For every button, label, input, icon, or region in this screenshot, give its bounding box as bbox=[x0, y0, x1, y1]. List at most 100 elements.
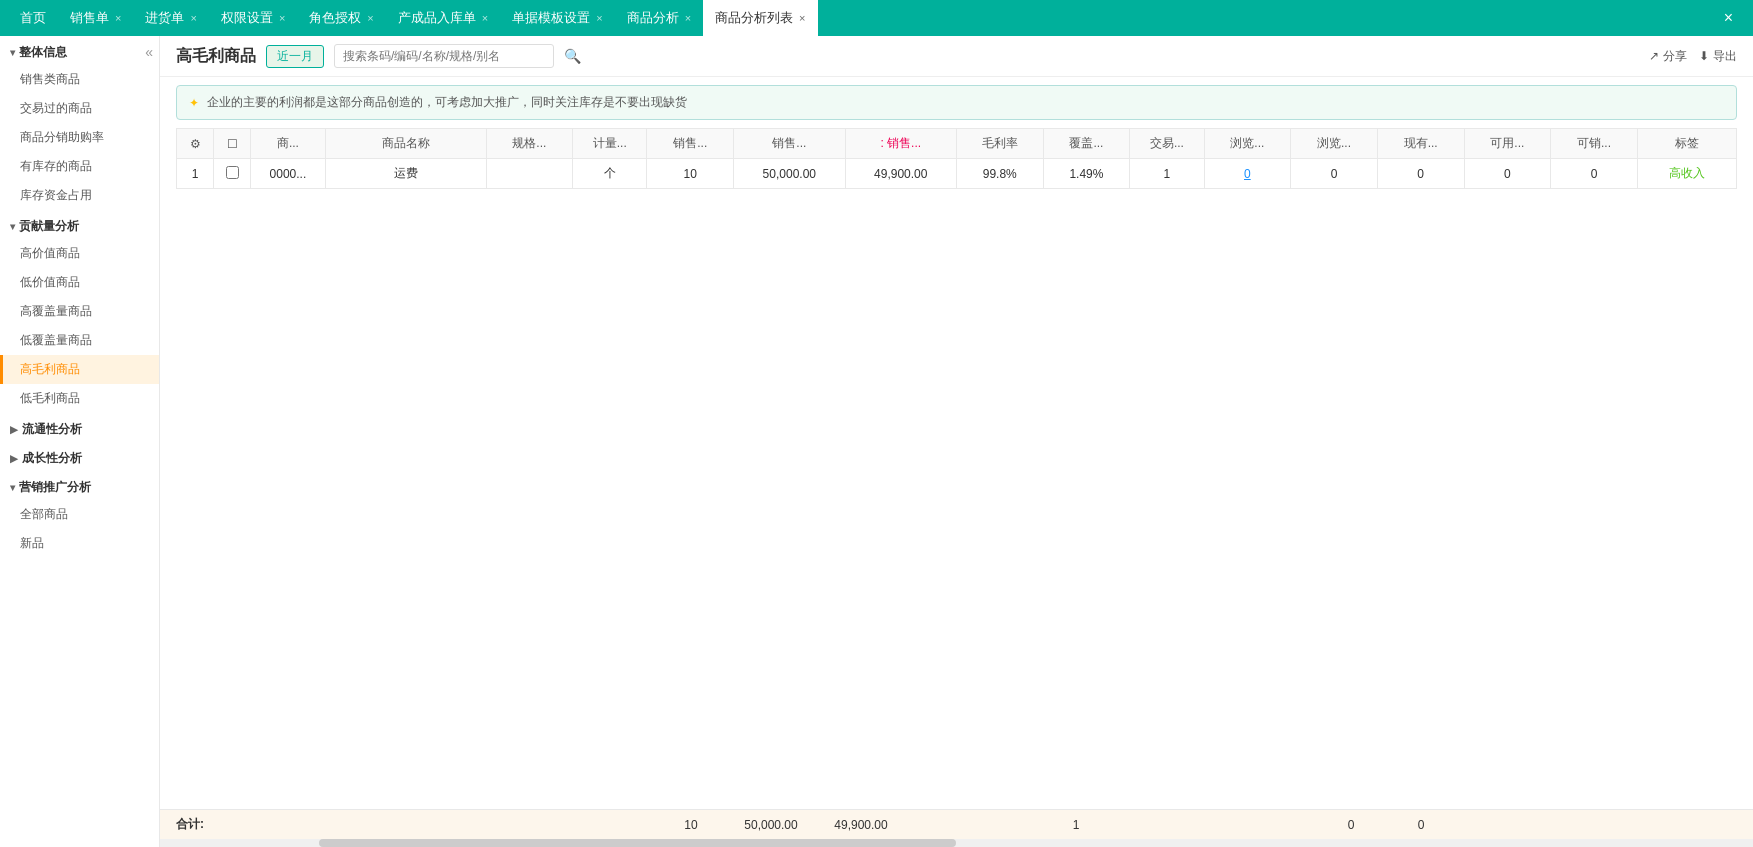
sidebar-item-traded-goods[interactable]: 交易过的商品 bbox=[0, 94, 159, 123]
col-gross-rate[interactable]: 毛利率 bbox=[956, 129, 1043, 159]
page-title: 高毛利商品 bbox=[176, 46, 256, 67]
export-icon: ⬇ bbox=[1699, 49, 1709, 63]
close-template[interactable]: × bbox=[596, 12, 602, 24]
header-actions: ↗ 分享 ⬇ 导出 bbox=[1649, 48, 1737, 65]
nav-template[interactable]: 单据模板设置 × bbox=[500, 0, 614, 36]
export-button[interactable]: ⬇ 导出 bbox=[1699, 48, 1737, 65]
main-layout: « ▾ 整体信息 销售类商品 交易过的商品 商品分销助购率 有库存的商品 库存资… bbox=[0, 36, 1753, 847]
cell-index: 1 bbox=[177, 159, 214, 189]
info-banner: ✦ 企业的主要的利润都是这部分商品创造的，可考虑加大推广，同时关注库存是不要出现… bbox=[176, 85, 1737, 120]
sidebar-collapse-button[interactable]: « bbox=[145, 44, 153, 60]
col-name[interactable]: 商品名称 bbox=[325, 129, 486, 159]
sidebar-group-overall[interactable]: ▾ 整体信息 bbox=[0, 36, 159, 65]
content-header: 高毛利商品 近一月 🔍 ↗ 分享 ⬇ 导出 bbox=[160, 36, 1753, 77]
col-spec[interactable]: 规格... bbox=[486, 129, 573, 159]
footer-sales3: 49,900.00 bbox=[816, 818, 906, 832]
col-available[interactable]: 可用... bbox=[1464, 129, 1551, 159]
col-unit[interactable]: 计量... bbox=[573, 129, 647, 159]
footer-sales2: 50,000.00 bbox=[726, 818, 816, 832]
content-area: 高毛利商品 近一月 🔍 ↗ 分享 ⬇ 导出 ✦ 企业的主要的利润都是这部分商品创… bbox=[160, 36, 1753, 847]
sidebar-group-marketing[interactable]: ▾ 营销推广分析 bbox=[0, 471, 159, 500]
cell-current: 0 bbox=[1377, 159, 1464, 189]
close-product-analysis-list[interactable]: × bbox=[799, 12, 805, 24]
col-checkbox[interactable]: ☐ bbox=[214, 129, 251, 159]
col-sales2[interactable]: 销售... bbox=[734, 129, 845, 159]
nav-product-warehouse[interactable]: 产成品入库单 × bbox=[386, 0, 500, 36]
col-code[interactable]: 商... bbox=[251, 129, 325, 159]
col-trades[interactable]: 交易... bbox=[1130, 129, 1204, 159]
nav-role[interactable]: 角色授权 × bbox=[297, 0, 385, 36]
sidebar-item-high-margin[interactable]: 高毛利商品 bbox=[0, 355, 159, 384]
col-browse1[interactable]: 浏览... bbox=[1204, 129, 1291, 159]
share-button[interactable]: ↗ 分享 bbox=[1649, 48, 1687, 65]
row-checkbox[interactable] bbox=[226, 166, 239, 179]
close-product-analysis[interactable]: × bbox=[685, 12, 691, 24]
col-coverage[interactable]: 覆盖... bbox=[1043, 129, 1130, 159]
time-filter-button[interactable]: 近一月 bbox=[266, 45, 324, 68]
group-flow-arrow: ▶ bbox=[10, 424, 18, 435]
col-browse2[interactable]: 浏览... bbox=[1291, 129, 1378, 159]
sidebar-item-new-goods[interactable]: 新品 bbox=[0, 529, 159, 558]
search-input[interactable] bbox=[334, 44, 554, 68]
sidebar: « ▾ 整体信息 销售类商品 交易过的商品 商品分销助购率 有库存的商品 库存资… bbox=[0, 36, 160, 847]
sidebar-group-contribution[interactable]: ▾ 贡献量分析 bbox=[0, 210, 159, 239]
col-sales1[interactable]: 销售... bbox=[647, 129, 734, 159]
col-sellable[interactable]: 可销... bbox=[1551, 129, 1638, 159]
sidebar-item-high-value[interactable]: 高价值商品 bbox=[0, 239, 159, 268]
close-purchase-order[interactable]: × bbox=[190, 12, 196, 24]
nav-product-analysis[interactable]: 商品分析 × bbox=[615, 0, 703, 36]
table-container: ⚙ ☐ 商... 商品名称 规格... 计量... 销售... 销售... : … bbox=[160, 128, 1753, 809]
cell-checkbox[interactable] bbox=[214, 159, 251, 189]
cell-browse1[interactable]: 0 bbox=[1204, 159, 1291, 189]
group-contribution-arrow: ▾ bbox=[10, 221, 15, 232]
cell-sellable: 0 bbox=[1551, 159, 1638, 189]
sidebar-item-stock-fund[interactable]: 库存资金占用 bbox=[0, 181, 159, 210]
nav-purchase-order[interactable]: 进货单 × bbox=[133, 0, 208, 36]
table-header-row: ⚙ ☐ 商... 商品名称 规格... 计量... 销售... 销售... : … bbox=[177, 129, 1737, 159]
sidebar-group-flow[interactable]: ▶ 流通性分析 bbox=[0, 413, 159, 442]
sidebar-group-growth[interactable]: ▶ 成长性分析 bbox=[0, 442, 159, 471]
sidebar-item-all-goods[interactable]: 全部商品 bbox=[0, 500, 159, 529]
footer-sales1: 10 bbox=[656, 818, 726, 832]
footer-available: 0 bbox=[1316, 818, 1386, 832]
search-icon[interactable]: 🔍 bbox=[564, 48, 581, 64]
sidebar-item-low-value[interactable]: 低价值商品 bbox=[0, 268, 159, 297]
cell-code: 0000... bbox=[251, 159, 325, 189]
nav-sales-order[interactable]: 销售单 × bbox=[58, 0, 133, 36]
group-overall-arrow: ▾ bbox=[10, 47, 15, 58]
cell-coverage: 1.49% bbox=[1043, 159, 1130, 189]
cell-trades: 1 bbox=[1130, 159, 1204, 189]
top-navigation: 首页 销售单 × 进货单 × 权限设置 × 角色授权 × 产成品入库单 × 单据… bbox=[0, 0, 1753, 36]
col-sales3[interactable]: : 销售... bbox=[845, 129, 956, 159]
horizontal-scrollbar[interactable] bbox=[160, 839, 1753, 847]
close-sales-order[interactable]: × bbox=[115, 12, 121, 24]
footer-sellable: 0 bbox=[1386, 818, 1456, 832]
nav-permission[interactable]: 权限设置 × bbox=[209, 0, 297, 36]
cell-gross-rate: 99.8% bbox=[956, 159, 1043, 189]
total-label: 合计: bbox=[176, 816, 336, 833]
cell-spec bbox=[486, 159, 573, 189]
close-role[interactable]: × bbox=[367, 12, 373, 24]
col-current[interactable]: 现有... bbox=[1377, 129, 1464, 159]
scrollbar-thumb[interactable] bbox=[319, 839, 956, 847]
cell-available: 0 bbox=[1464, 159, 1551, 189]
sidebar-item-low-coverage[interactable]: 低覆盖量商品 bbox=[0, 326, 159, 355]
sidebar-item-low-margin[interactable]: 低毛利商品 bbox=[0, 384, 159, 413]
cell-sales1: 10 bbox=[647, 159, 734, 189]
sidebar-item-high-coverage[interactable]: 高覆盖量商品 bbox=[0, 297, 159, 326]
close-window-button[interactable]: × bbox=[1712, 9, 1745, 27]
col-settings[interactable]: ⚙ bbox=[177, 129, 214, 159]
cell-unit: 个 bbox=[573, 159, 647, 189]
close-product-warehouse[interactable]: × bbox=[482, 12, 488, 24]
data-table: ⚙ ☐ 商... 商品名称 规格... 计量... 销售... 销售... : … bbox=[176, 128, 1737, 189]
col-tag[interactable]: 标签 bbox=[1637, 129, 1736, 159]
table-row: 1 0000... 运费 个 10 50,000.00 49,900.00 99… bbox=[177, 159, 1737, 189]
cell-name: 运费 bbox=[325, 159, 486, 189]
nav-product-analysis-list[interactable]: 商品分析列表 × bbox=[703, 0, 817, 36]
sidebar-item-stocked-goods[interactable]: 有库存的商品 bbox=[0, 152, 159, 181]
nav-home[interactable]: 首页 bbox=[8, 0, 58, 36]
close-permission[interactable]: × bbox=[279, 12, 285, 24]
cell-sales3: 49,900.00 bbox=[845, 159, 956, 189]
sidebar-item-sales-goods[interactable]: 销售类商品 bbox=[0, 65, 159, 94]
sidebar-item-distribution-rate[interactable]: 商品分销助购率 bbox=[0, 123, 159, 152]
